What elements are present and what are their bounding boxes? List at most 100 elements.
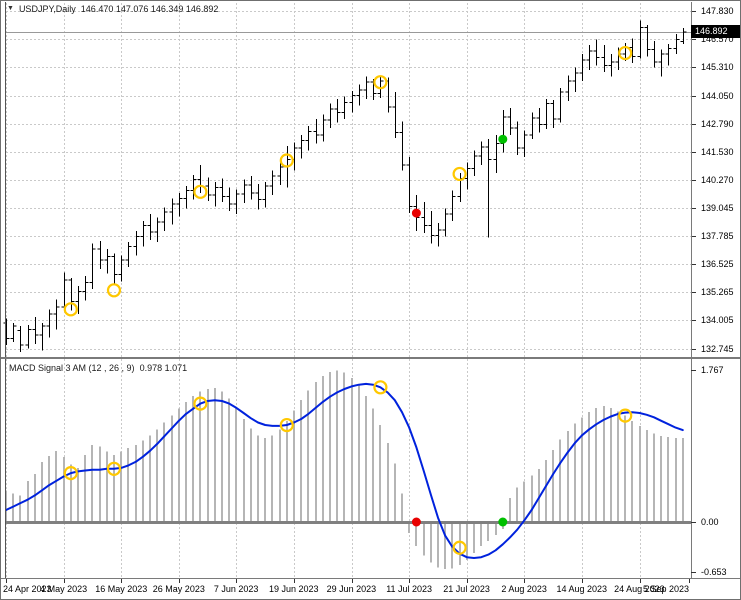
ohlc-bar [298,134,305,159]
ohlc-bar [341,96,348,120]
ohlc-bar [169,198,176,225]
ohlc-bar [53,299,60,330]
ohlc-bar [161,207,168,231]
ohlc-bar [269,170,276,196]
indicator-label: MACD Signal 3 AM (12 , 26 , 9) 0.978 1.0… [9,363,187,373]
ohlc-bar [471,150,478,177]
price-tick-label: 140.270 [701,175,734,185]
ohlc-bar [543,99,550,130]
price-tick-label: 147.830 [701,6,734,16]
price-tick-label: 142.790 [701,119,734,129]
price-tick-label: 141.530 [701,147,734,157]
date-tick-label: 16 May 2023 [95,584,148,594]
ohlc-bar [32,317,39,344]
ohlc-bar [147,214,154,240]
ohlc-bar [46,309,53,338]
ohlc-bar [449,190,456,221]
symbol-dropdown-icon[interactable]: ▼ [7,4,14,14]
ohlc-bar [212,181,219,207]
price-tick-label: 134.005 [701,315,734,325]
ohlc-bar [593,39,600,66]
ohlc-bar [233,189,240,215]
ohlc-bar [327,103,334,128]
ohlc-bar [262,181,269,208]
sell-dot-marker [411,208,421,218]
ohlc-bar [154,217,161,243]
ohlc-bar [680,27,687,45]
macd-tick-label: -0.653 [701,567,727,577]
ohlc-bar [529,112,536,140]
date-tick-label: 7 Jun 2023 [213,584,259,594]
ohlc-bar [421,201,428,234]
ohlc-bar [356,84,363,106]
ohlc-bar [363,76,370,99]
time-scale[interactable]: 24 Apr 2023 4 May 2023 16 May 2023 26 May 2… [1,579,740,599]
buy-dot-marker [498,517,508,527]
ohlc-bar [111,253,118,285]
ohlc-bar [313,119,320,144]
ohlc-bar [521,130,528,158]
ohlc-bar [435,223,442,247]
ohlc-bar [665,44,672,66]
symbol-title: USDJPY,Daily [18,4,76,14]
ohlc-bar [514,121,521,155]
ohlc-bar [89,243,96,290]
date-tick-label: 19 Jun 2023 [269,584,319,594]
sell-dot-marker [411,517,421,527]
ohlc-bar [140,220,147,247]
ohlc-bar [241,179,248,203]
ohlc-bar [219,178,226,202]
date-tick-label: 11 Jul 2023 [386,584,433,594]
chart-canvas[interactable] [1,1,741,600]
price-tick-label: 144.050 [701,91,734,101]
ohlc-bar [565,75,572,102]
ohlc-bar [320,114,327,142]
ohlc-bar [651,40,658,68]
ohlc-bar [118,255,125,282]
ohlc-bar [10,322,17,342]
date-tick-label: 26 May 2023 [152,584,205,594]
ohlc-bar [68,278,75,311]
date-tick-label: 14 Aug 2023 [556,584,608,594]
price-tick-label: 137.785 [701,231,734,241]
ohlc-bar [183,186,190,209]
ohlc-bar [673,34,680,55]
price-tick-label: 136.525 [701,259,734,269]
indicator-values: 0.978 1.071 [139,363,188,373]
ohlc-bar [17,326,24,352]
ohlc-bar [197,165,204,193]
ohlc-bar [572,67,579,93]
ohlc-bar [25,325,32,349]
date-tick-label: 4 May 2023 [40,584,88,594]
ohlc-bar [507,107,514,135]
ohlc-bar [39,322,46,351]
buy-dot-marker [498,134,508,144]
ohlc-bar [658,49,665,77]
ohlc-bar [442,208,449,237]
macd-tick-label: 1.767 [701,365,724,375]
pane-separator [1,357,740,359]
signal-circle-marker [452,166,467,182]
date-tick-label: 29 Jun 2023 [326,584,377,594]
ohlc-bar [644,25,651,57]
macd-scale[interactable]: 1.767 0.00 -0.653 [691,359,740,578]
ohlc-bar [334,99,341,123]
ohlc-bar [305,125,312,151]
price-tick-label: 132.745 [701,344,734,354]
ohlc-bar [392,92,399,139]
ohlc-bar [550,100,557,128]
chart-window: ▼ USDJPY,Daily 146.470 147.076 146.349 1… [0,0,741,600]
ohlc-bar [406,157,413,214]
ohlc-bar [557,87,564,123]
current-price-value: 146.892 [695,26,728,36]
ohlc-bar [601,45,608,73]
title-ohlc-values: 146.470 147.076 146.349 146.892 [80,4,219,14]
signal-circle-marker [279,153,294,168]
ohlc-bar [586,45,593,70]
ohlc-bar [125,242,132,267]
date-tick-label: 2 Aug 2023 [501,584,547,594]
chart-title: ▼ USDJPY,Daily 146.470 147.076 146.349 1… [7,3,218,15]
ohlc-bar [104,248,111,274]
ohlc-bar [255,184,262,210]
price-tick-label: 139.045 [701,203,734,213]
